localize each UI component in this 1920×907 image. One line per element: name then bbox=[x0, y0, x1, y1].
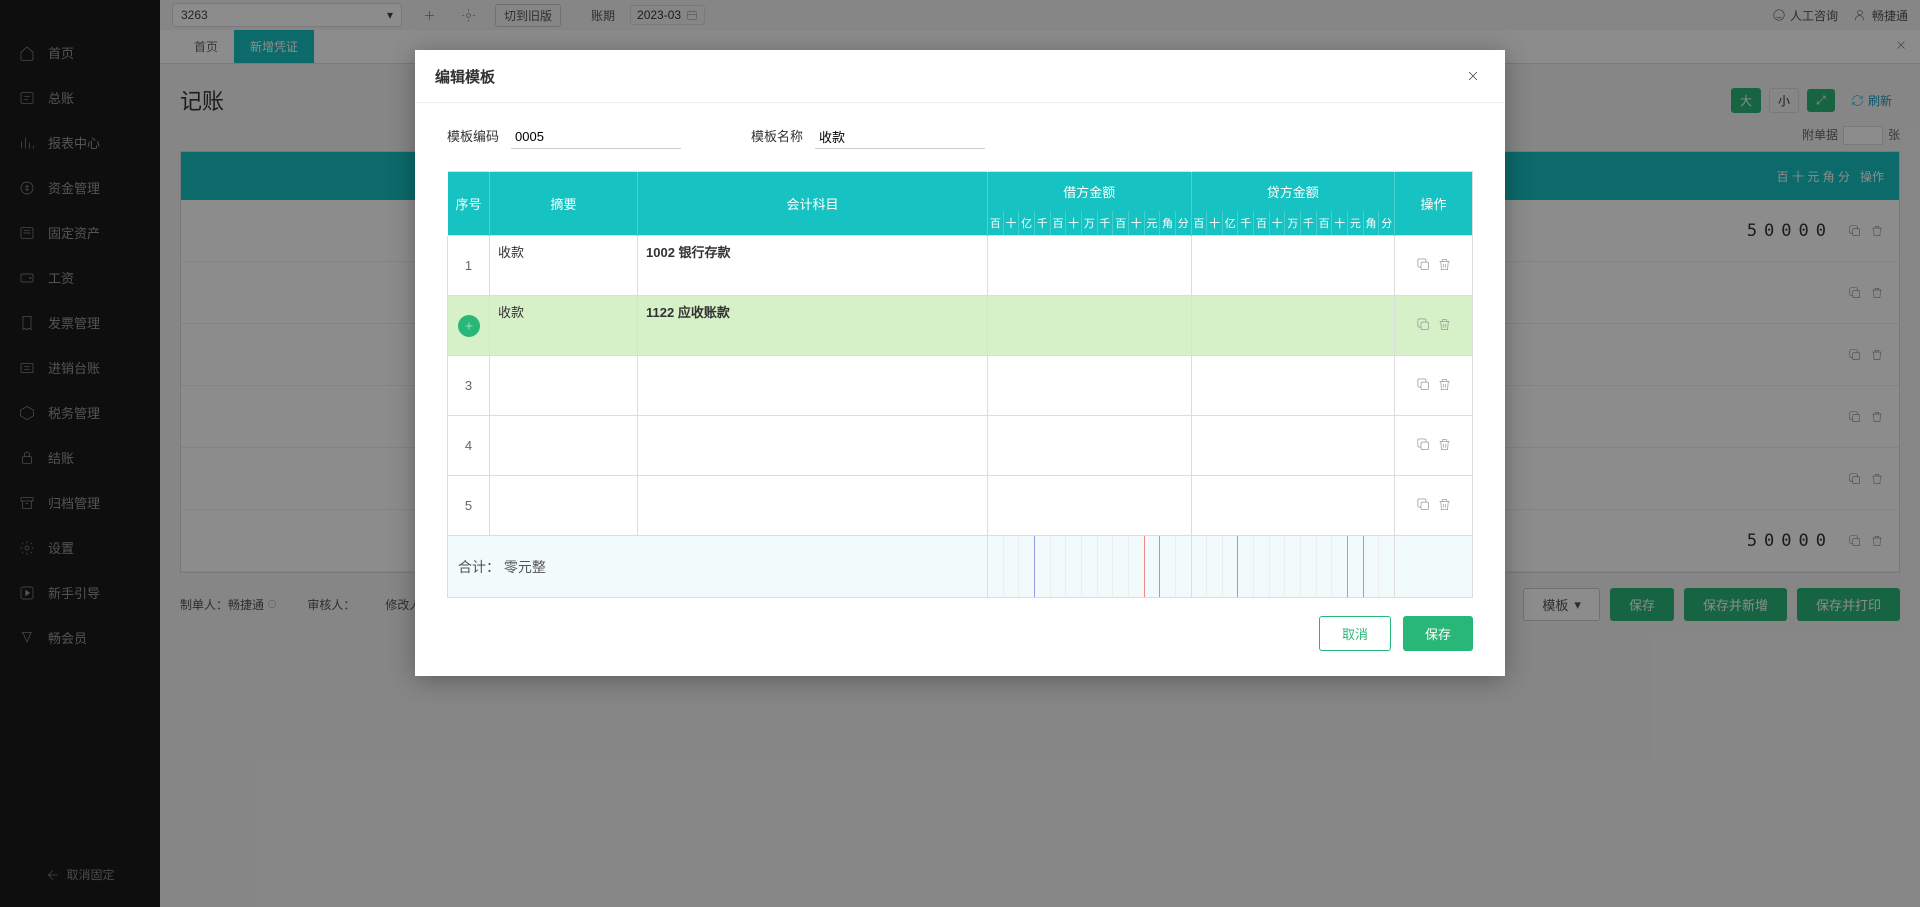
trash-icon[interactable] bbox=[1437, 317, 1452, 332]
cell-action bbox=[1395, 236, 1473, 296]
col-credit: 贷方金额 bbox=[1191, 172, 1395, 212]
unit-cell: 十 bbox=[1269, 211, 1285, 235]
cell-subject[interactable]: 1002 银行存款 bbox=[638, 236, 988, 296]
cell-action bbox=[1395, 416, 1473, 476]
col-seq: 序号 bbox=[448, 172, 490, 236]
unit-cell: 百 bbox=[988, 211, 1003, 235]
unit-cell: 角 bbox=[1363, 211, 1379, 235]
cell-credit[interactable] bbox=[1191, 236, 1395, 296]
cell-debit[interactable] bbox=[988, 416, 1192, 476]
copy-icon[interactable] bbox=[1416, 317, 1431, 332]
cell-action bbox=[1395, 296, 1473, 356]
unit-cell: 十 bbox=[1206, 211, 1222, 235]
unit-cell: 千 bbox=[1097, 211, 1113, 235]
trash-icon[interactable] bbox=[1437, 377, 1452, 392]
unit-cell: 分 bbox=[1378, 211, 1394, 235]
debit-units-row: 百十亿千百十万千百十元角分 bbox=[988, 211, 1191, 235]
total-value: 零元整 bbox=[504, 559, 546, 575]
template-code-input[interactable] bbox=[511, 125, 681, 149]
modal-save-button[interactable]: 保存 bbox=[1403, 616, 1473, 651]
cell-credit[interactable] bbox=[1191, 416, 1395, 476]
modal-title: 编辑模板 bbox=[435, 66, 495, 87]
unit-cell: 元 bbox=[1347, 211, 1363, 235]
credit-units-row: 百十亿千百十万千百十元角分 bbox=[1192, 211, 1395, 235]
copy-icon[interactable] bbox=[1416, 497, 1431, 512]
template-row[interactable]: 3 bbox=[448, 356, 1473, 416]
edit-template-modal: 编辑模板 模板编码 模板名称 序号 摘要 会计科目 借方金额 贷方金额 bbox=[415, 50, 1505, 676]
unit-cell: 百 bbox=[1192, 211, 1207, 235]
modal-close-button[interactable] bbox=[1461, 64, 1485, 88]
unit-cell: 百 bbox=[1316, 211, 1332, 235]
copy-icon[interactable] bbox=[1416, 377, 1431, 392]
cell-seq bbox=[448, 296, 490, 356]
unit-cell: 亿 bbox=[1222, 211, 1238, 235]
unit-cell: 万 bbox=[1284, 211, 1300, 235]
col-action: 操作 bbox=[1395, 172, 1473, 236]
total-label: 合计： bbox=[458, 559, 500, 575]
cell-debit[interactable] bbox=[988, 296, 1192, 356]
copy-icon[interactable] bbox=[1416, 437, 1431, 452]
cell-debit[interactable] bbox=[988, 476, 1192, 536]
cell-summary[interactable] bbox=[490, 416, 638, 476]
cell-subject[interactable]: 1122 应收账款 bbox=[638, 296, 988, 356]
cell-action bbox=[1395, 356, 1473, 416]
cell-seq: 3 bbox=[448, 356, 490, 416]
cell-subject[interactable] bbox=[638, 416, 988, 476]
unit-cell: 千 bbox=[1300, 211, 1316, 235]
cell-credit[interactable] bbox=[1191, 356, 1395, 416]
unit-cell: 十 bbox=[1065, 211, 1081, 235]
unit-cell: 百 bbox=[1112, 211, 1128, 235]
unit-cell: 分 bbox=[1175, 211, 1191, 235]
template-row[interactable]: 1收款1002 银行存款 bbox=[448, 236, 1473, 296]
template-row[interactable]: 4 bbox=[448, 416, 1473, 476]
cell-debit[interactable] bbox=[988, 236, 1192, 296]
unit-cell: 角 bbox=[1159, 211, 1175, 235]
cell-seq: 4 bbox=[448, 416, 490, 476]
unit-cell: 千 bbox=[1034, 211, 1050, 235]
cell-seq: 1 bbox=[448, 236, 490, 296]
cell-subject[interactable] bbox=[638, 356, 988, 416]
unit-cell: 亿 bbox=[1018, 211, 1034, 235]
trash-icon[interactable] bbox=[1437, 437, 1452, 452]
template-row[interactable]: 收款1122 应收账款 bbox=[448, 296, 1473, 356]
unit-cell: 百 bbox=[1050, 211, 1066, 235]
unit-cell: 百 bbox=[1253, 211, 1269, 235]
template-code-label: 模板编码 bbox=[447, 126, 499, 149]
template-name-label: 模板名称 bbox=[751, 126, 803, 149]
unit-cell: 千 bbox=[1237, 211, 1253, 235]
template-name-input[interactable] bbox=[815, 125, 985, 149]
cell-subject[interactable] bbox=[638, 476, 988, 536]
trash-icon[interactable] bbox=[1437, 497, 1452, 512]
unit-cell: 十 bbox=[1128, 211, 1144, 235]
trash-icon[interactable] bbox=[1437, 257, 1452, 272]
add-row-button[interactable] bbox=[458, 315, 480, 337]
cell-summary[interactable]: 收款 bbox=[490, 296, 638, 356]
copy-icon[interactable] bbox=[1416, 257, 1431, 272]
col-subject: 会计科目 bbox=[638, 172, 988, 236]
cell-action bbox=[1395, 476, 1473, 536]
modal-cancel-button[interactable]: 取消 bbox=[1319, 616, 1391, 651]
col-summary: 摘要 bbox=[490, 172, 638, 236]
col-debit: 借方金额 bbox=[988, 172, 1192, 212]
cell-summary[interactable]: 收款 bbox=[490, 236, 638, 296]
cell-debit[interactable] bbox=[988, 356, 1192, 416]
unit-cell: 万 bbox=[1081, 211, 1097, 235]
cell-summary[interactable] bbox=[490, 356, 638, 416]
unit-cell: 十 bbox=[1331, 211, 1347, 235]
cell-summary[interactable] bbox=[490, 476, 638, 536]
unit-cell: 十 bbox=[1003, 211, 1019, 235]
cell-credit[interactable] bbox=[1191, 476, 1395, 536]
cell-credit[interactable] bbox=[1191, 296, 1395, 356]
template-row[interactable]: 5 bbox=[448, 476, 1473, 536]
cell-seq: 5 bbox=[448, 476, 490, 536]
template-table: 序号 摘要 会计科目 借方金额 贷方金额 操作 百十亿千百十万千百十元角分 百十… bbox=[447, 171, 1473, 598]
unit-cell: 元 bbox=[1144, 211, 1160, 235]
